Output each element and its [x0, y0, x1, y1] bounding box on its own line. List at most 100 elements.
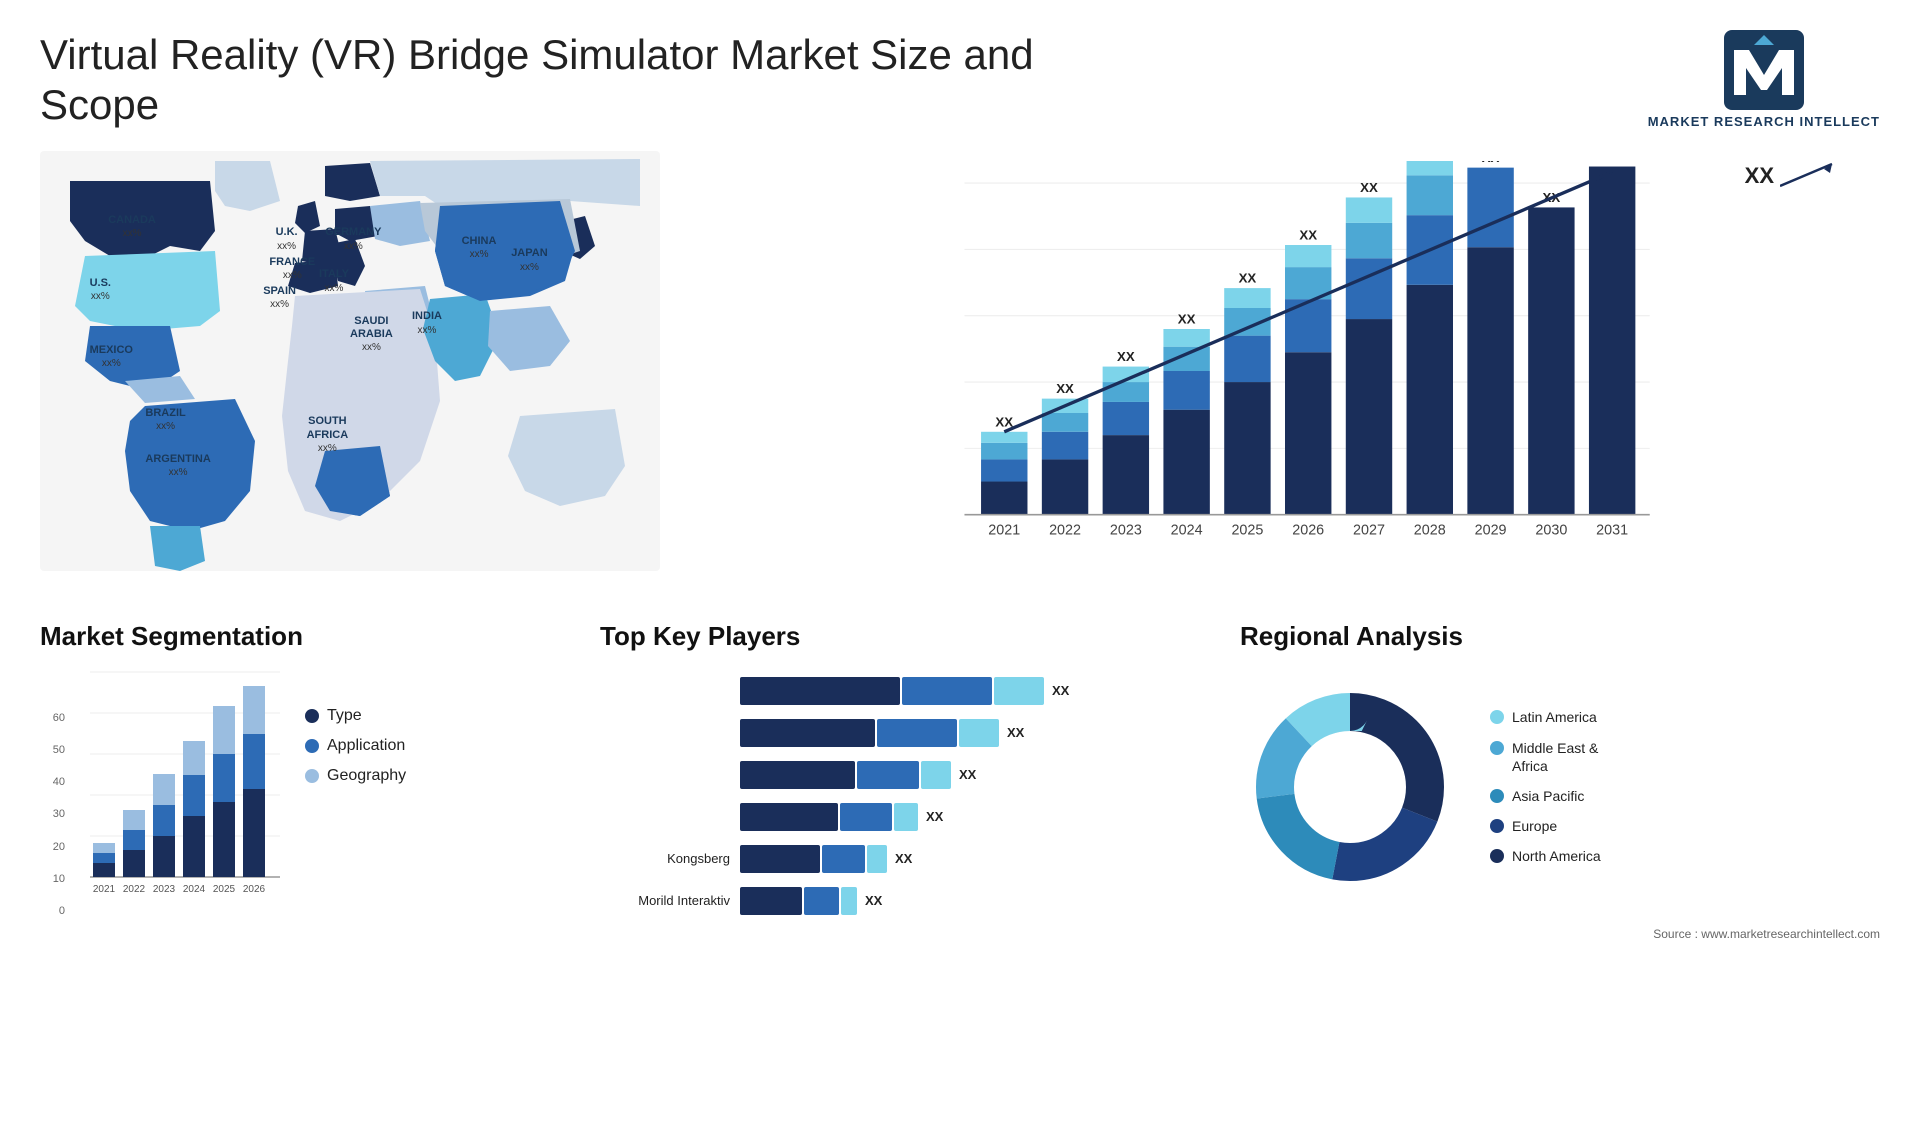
source-line: Source : www.marketresearchintellect.com — [1240, 927, 1880, 941]
page-title: Virtual Reality (VR) Bridge Simulator Ma… — [40, 30, 1140, 131]
legend-dot-application — [305, 739, 319, 753]
map-label-saudi: SAUDIARABIAxx% — [350, 315, 393, 355]
svg-text:2023: 2023 — [1110, 522, 1142, 538]
bottom-row: Market Segmentation 6050403020100 — [40, 621, 1880, 941]
player-name-kongsberg: Kongsberg — [600, 851, 730, 866]
logo-icon — [1724, 30, 1804, 110]
page-header: Virtual Reality (VR) Bridge Simulator Ma… — [40, 30, 1880, 131]
svg-text:XX: XX — [1056, 381, 1074, 396]
map-label-spain: SPAINxx% — [263, 285, 296, 311]
svg-text:2030: 2030 — [1535, 522, 1567, 538]
seg-y-axis: 6050403020100 — [40, 707, 65, 917]
svg-text:2025: 2025 — [213, 884, 236, 895]
seg-legend: Type Application Geography — [305, 667, 406, 785]
reg-label-europe: Europe — [1512, 817, 1557, 835]
player-bar-4: XX — [740, 803, 1200, 831]
reg-legend-mea: Middle East &Africa — [1490, 739, 1601, 775]
svg-text:XX: XX — [995, 414, 1013, 429]
player-row-1: XX — [600, 677, 1200, 705]
map-label-china: CHINAxx% — [462, 235, 497, 261]
svg-text:2023: 2023 — [153, 884, 176, 895]
svg-text:2024: 2024 — [183, 884, 206, 895]
svg-text:XX: XX — [1603, 161, 1621, 164]
svg-text:XX: XX — [1299, 227, 1317, 242]
map-label-italy: ITALYxx% — [319, 268, 349, 294]
legend-dot-geography — [305, 769, 319, 783]
map-label-canada: CANADAxx% — [108, 214, 156, 240]
svg-text:2021: 2021 — [93, 884, 116, 895]
reg-legend-latin-america: Latin America — [1490, 708, 1601, 726]
svg-text:2021: 2021 — [988, 522, 1020, 538]
map-label-us: U.S.xx% — [90, 277, 111, 303]
legend-geography: Geography — [305, 767, 406, 785]
regional-legend: Latin America Middle East &Africa Asia P… — [1490, 708, 1601, 865]
svg-text:XX: XX — [1482, 161, 1500, 165]
donut-chart — [1240, 677, 1460, 897]
seg-content: 6050403020100 — [40, 667, 560, 917]
regional-section: Regional Analysis — [1240, 621, 1880, 941]
player-row-3: XX — [600, 761, 1200, 789]
reg-label-asia-pacific: Asia Pacific — [1512, 787, 1584, 805]
segmentation-section: Market Segmentation 6050403020100 — [40, 621, 560, 917]
svg-text:XX: XX — [1178, 311, 1196, 326]
legend-label-application: Application — [327, 737, 405, 755]
regional-content: Latin America Middle East &Africa Asia P… — [1240, 677, 1880, 897]
players-bars: XX XX — [600, 677, 1200, 915]
svg-text:2027: 2027 — [1353, 522, 1385, 538]
key-players-title: Top Key Players — [600, 621, 1200, 652]
svg-text:2031: 2031 — [1596, 522, 1628, 538]
svg-text:XX: XX — [1360, 180, 1378, 195]
svg-text:2024: 2024 — [1171, 522, 1203, 538]
svg-text:2028: 2028 — [1414, 522, 1446, 538]
svg-text:2026: 2026 — [243, 884, 266, 895]
trend-value: XX — [1745, 163, 1774, 189]
bar-chart-section: XX — [690, 151, 1880, 591]
legend-label-geography: Geography — [327, 767, 406, 785]
svg-text:2026: 2026 — [1292, 522, 1324, 538]
map-label-mexico: MEXICOxx% — [90, 344, 133, 370]
svg-text:XX: XX — [1117, 349, 1135, 364]
player-bar-3: XX — [740, 761, 1200, 789]
legend-label-type: Type — [327, 707, 362, 725]
map-label-india: INDIAxx% — [412, 310, 442, 336]
logo-text: MARKET RESEARCH INTELLECT — [1648, 114, 1880, 131]
map-label-brazil: BRAZILxx% — [145, 407, 185, 433]
player-row-4: XX — [600, 803, 1200, 831]
map-label-france: FRANCExx% — [269, 256, 315, 282]
map-section: CANADAxx% U.S.xx% MEXICOxx% BRAZILxx% AR… — [40, 151, 660, 591]
player-bar-6: XX — [740, 887, 1200, 915]
legend-application: Application — [305, 737, 406, 755]
svg-text:2022: 2022 — [1049, 522, 1081, 538]
map-label-uk: U.K.xx% — [276, 226, 298, 252]
map-label-south-africa: SOUTHAFRICAxx% — [307, 415, 349, 455]
reg-legend-north-america: North America — [1490, 847, 1601, 865]
main-content: CANADAxx% U.S.xx% MEXICOxx% BRAZILxx% AR… — [40, 151, 1880, 941]
world-map: CANADAxx% U.S.xx% MEXICOxx% BRAZILxx% AR… — [40, 151, 660, 571]
key-players-section: Top Key Players XX — [600, 621, 1200, 915]
player-bar-2: XX — [740, 719, 1200, 747]
map-label-japan: JAPANxx% — [511, 247, 547, 273]
map-label-argentina: ARGENTINAxx% — [145, 453, 210, 479]
reg-label-north-america: North America — [1512, 847, 1601, 865]
svg-text:2025: 2025 — [1231, 522, 1263, 538]
bar-chart: XX — [710, 161, 1860, 581]
svg-text:XX: XX — [1239, 270, 1257, 285]
segmentation-title: Market Segmentation — [40, 621, 560, 652]
reg-label-mea: Middle East &Africa — [1512, 739, 1598, 775]
map-label-germany: GERMANYxx% — [325, 226, 381, 252]
reg-label-latin-america: Latin America — [1512, 708, 1597, 726]
reg-legend-asia-pacific: Asia Pacific — [1490, 787, 1601, 805]
svg-text:2022: 2022 — [123, 884, 146, 895]
logo-block: MARKET RESEARCH INTELLECT — [1648, 30, 1880, 131]
player-row-6: Morild Interaktiv XX — [600, 887, 1200, 915]
legend-dot-type — [305, 709, 319, 723]
regional-title: Regional Analysis — [1240, 621, 1880, 652]
legend-type: Type — [305, 707, 406, 725]
player-row-2: XX — [600, 719, 1200, 747]
player-bar-1: XX — [740, 677, 1200, 705]
player-row-5: Kongsberg XX — [600, 845, 1200, 873]
player-bar-5: XX — [740, 845, 1200, 873]
svg-text:2029: 2029 — [1475, 522, 1507, 538]
reg-legend-europe: Europe — [1490, 817, 1601, 835]
player-name-morild: Morild Interaktiv — [600, 893, 730, 908]
